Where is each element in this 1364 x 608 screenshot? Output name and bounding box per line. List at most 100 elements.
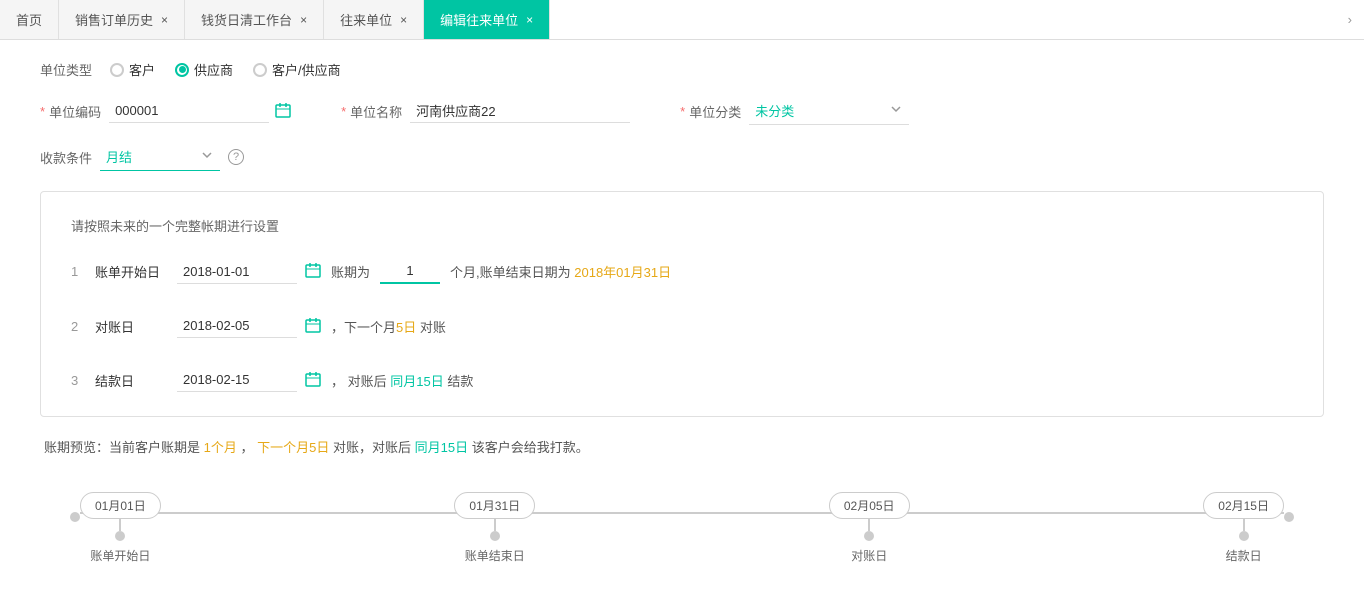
tab-partner-close[interactable]: ×: [400, 14, 407, 26]
preview-text: 账期预览：当前客户账期是 1个月 ， 下一个月5日 对账，对账后 同月15日 该…: [40, 437, 1324, 456]
preview-highlight2: 下一个月5日: [257, 440, 329, 455]
unit-name-group: * 单位名称: [341, 99, 630, 123]
timeline-item-4: 02月15日 结款日: [1203, 492, 1284, 564]
timeline-dot-2: [490, 531, 500, 541]
unit-category-group: * 单位分类 未分类: [680, 97, 909, 125]
preview-highlight3: 同月15日: [415, 440, 468, 455]
period-end-date: 2018年01月31日: [574, 265, 671, 280]
tab-sales-history[interactable]: 销售订单历史 ×: [59, 0, 185, 39]
radio-both[interactable]: 客户/供应商: [253, 60, 341, 79]
period-row-1: 1 账单开始日 账期为 个月,账单结束日期为 2018年01月31日: [71, 259, 1293, 284]
tab-partner-label: 往来单位: [340, 10, 392, 29]
timeline-dot-4: [1239, 531, 1249, 541]
main-content: 单位类型 客户 供应商 客户/供应商 * 单位编码: [0, 40, 1364, 608]
period-settings-box: 请按照未来的一个完整帐期进行设置 1 账单开始日 账期为 个月,账单结束日期为 …: [40, 191, 1324, 417]
period-reconcile-calendar-icon[interactable]: [305, 317, 321, 336]
tab-cash-work-close[interactable]: ×: [300, 14, 307, 26]
payment-condition-label: 收款条件: [40, 148, 92, 167]
unit-category-label: 单位分类: [689, 102, 741, 121]
period-start-date-input[interactable]: [177, 260, 297, 284]
unit-type-radio-group: 客户 供应商 客户/供应商: [110, 60, 341, 79]
timeline-badge-4: 02月15日: [1203, 492, 1284, 519]
unit-code-required: *: [40, 104, 45, 119]
unit-type-row: 单位类型 客户 供应商 客户/供应商: [40, 60, 1324, 79]
tab-sales-history-label: 销售订单历史: [75, 10, 153, 29]
unit-category-value: 未分类: [755, 101, 885, 120]
timeline-right-dot: [1284, 512, 1294, 522]
timeline: 01月01日 账单开始日 01月31日 账单结束日 02月05日 对账日: [40, 480, 1324, 532]
radio-supplier-circle: [175, 63, 189, 77]
period-field-label-1: 账单开始日: [95, 262, 165, 281]
timeline-item-2: 01月31日 账单结束日: [454, 492, 535, 564]
timeline-connector-4: [1243, 519, 1245, 531]
unit-name-label: 单位名称: [350, 102, 402, 121]
chevron-right-icon: ›: [1348, 12, 1352, 27]
unit-code-input[interactable]: [109, 99, 269, 123]
payment-condition-row: 收款条件 月结 ?: [40, 143, 1324, 171]
radio-customer-circle: [110, 63, 124, 77]
unit-name-input[interactable]: [410, 99, 630, 123]
period-field-label-2: 对账日: [95, 317, 165, 336]
period-start-calendar-icon[interactable]: [305, 262, 321, 281]
period-unit-1: 个月,账单结束日期为 2018年01月31日: [450, 262, 671, 281]
calendar-icon[interactable]: [275, 102, 291, 121]
timeline-item-3: 02月05日 对账日: [829, 492, 910, 564]
period-desc-3: ， 对账后 同月15日 结款: [331, 371, 473, 390]
help-icon[interactable]: ?: [228, 149, 244, 165]
radio-customer-label: 客户: [129, 60, 155, 79]
timeline-label-1: 账单开始日: [90, 547, 150, 564]
timeline-connector-3: [868, 519, 870, 531]
period-reconcile-date-input[interactable]: [177, 314, 297, 338]
timeline-dot-1: [115, 531, 125, 541]
timeline-label-3: 对账日: [851, 547, 887, 564]
timeline-left-dot: [70, 512, 80, 522]
period-field-label-3: 结款日: [95, 371, 165, 390]
preview-mid2: 对账，对账后: [333, 440, 411, 455]
tab-sales-history-close[interactable]: ×: [161, 14, 168, 26]
period-payment-date-input[interactable]: [177, 368, 297, 392]
timeline-connector-2: [494, 519, 496, 531]
timeline-label-4: 结款日: [1226, 547, 1262, 564]
radio-supplier[interactable]: 供应商: [175, 60, 233, 79]
tab-partner[interactable]: 往来单位 ×: [324, 0, 424, 39]
unit-info-row: * 单位编码 * 单位名称 * 单位分类 未分类: [40, 97, 1324, 125]
tab-edit-partner[interactable]: 编辑往来单位 ×: [424, 0, 550, 39]
period-payment-calendar-icon[interactable]: [305, 371, 321, 390]
radio-both-label: 客户/供应商: [272, 60, 341, 79]
period-num-1: 1: [71, 264, 95, 279]
dropdown-icon: [889, 102, 903, 119]
period-row-3: 3 结款日 ， 对账后 同月15日 结款: [71, 368, 1293, 392]
unit-type-label: 单位类型: [40, 60, 92, 79]
unit-category-select[interactable]: 未分类: [749, 97, 909, 125]
preview-mid1: ，: [241, 440, 254, 455]
tab-edit-partner-close[interactable]: ×: [526, 14, 533, 26]
tab-edit-partner-label: 编辑往来单位: [440, 10, 518, 29]
period-label-1: 账期为: [331, 262, 370, 281]
tab-cash-work-label: 钱货日清工作台: [201, 10, 292, 29]
payment-condition-value: 月结: [106, 147, 196, 166]
tab-home-label: 首页: [16, 10, 42, 29]
timeline-items: 01月01日 账单开始日 01月31日 账单结束日 02月05日 对账日: [80, 492, 1284, 564]
period-box-title: 请按照未来的一个完整帐期进行设置: [71, 216, 1293, 235]
timeline-line: 01月01日 账单开始日 01月31日 账单结束日 02月05日 对账日: [80, 512, 1284, 514]
unit-category-required: *: [680, 104, 685, 119]
tab-cash-work[interactable]: 钱货日清工作台 ×: [185, 0, 324, 39]
payment-condition-select[interactable]: 月结: [100, 143, 220, 171]
radio-supplier-label: 供应商: [194, 60, 233, 79]
tab-expand-button[interactable]: ›: [1336, 0, 1364, 39]
radio-customer[interactable]: 客户: [110, 60, 155, 79]
tab-home[interactable]: 首页: [0, 0, 59, 39]
timeline-badge-1: 01月01日: [80, 492, 161, 519]
period-desc-2: ，下一个月5日 对账: [331, 317, 446, 336]
period-num-2: 2: [71, 319, 95, 334]
radio-both-circle: [253, 63, 267, 77]
unit-code-group: * 单位编码: [40, 99, 291, 123]
timeline-dot-3: [864, 531, 874, 541]
preview-prefix: 账期预览：当前客户账期是: [44, 440, 200, 455]
unit-name-required: *: [341, 104, 346, 119]
period-num-3: 3: [71, 373, 95, 388]
timeline-badge-3: 02月05日: [829, 492, 910, 519]
period-months-input[interactable]: [380, 259, 440, 284]
tab-bar: 首页 销售订单历史 × 钱货日清工作台 × 往来单位 × 编辑往来单位 × ›: [0, 0, 1364, 40]
timeline-item-1: 01月01日 账单开始日: [80, 492, 161, 564]
